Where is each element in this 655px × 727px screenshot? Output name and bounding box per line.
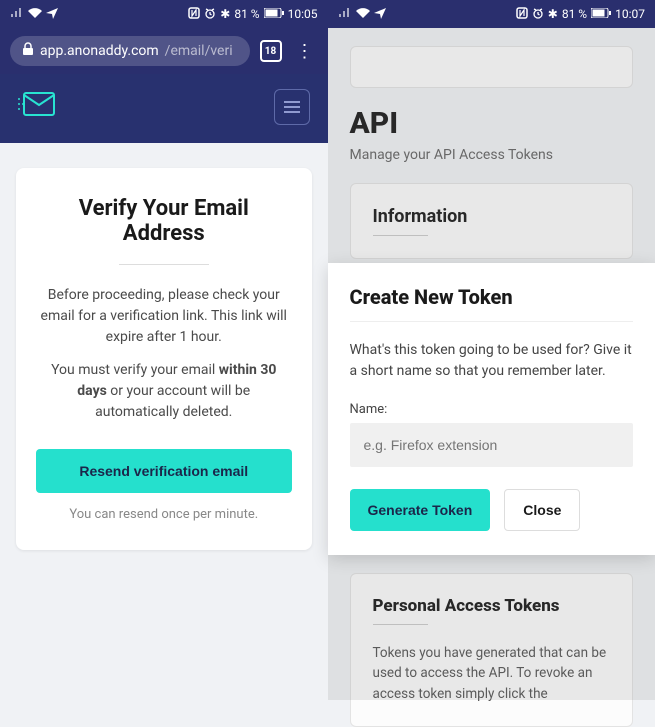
screen-left: ✱ 81 % 10:05 app.anonaddy.com/email/veri…	[0, 0, 328, 700]
battery-percent: 81 %	[562, 7, 587, 21]
wifi-icon	[28, 7, 42, 21]
app-header	[0, 74, 328, 143]
plane-icon	[374, 7, 386, 22]
signal-icon	[10, 7, 24, 21]
clock-time: 10:05	[288, 7, 318, 21]
modal-title: Create New Token	[350, 285, 634, 309]
wifi-icon	[356, 7, 370, 21]
clock-time: 10:07	[615, 7, 645, 21]
plane-icon	[46, 7, 58, 22]
screen-right: ✱ 81 % 10:07 API Manage your API Access …	[328, 0, 655, 700]
battery-percent: 81 %	[234, 7, 259, 21]
modal-buttons: Generate Token Close	[350, 489, 634, 531]
browser-bar: app.anonaddy.com/email/veri 18 ⋮	[0, 28, 328, 74]
create-token-modal: Create New Token What's this token going…	[328, 263, 655, 555]
para2-pre: You must verify your email	[51, 362, 219, 378]
alarm-icon	[204, 7, 216, 22]
content-area: Verify Your Email Address Before proceed…	[0, 143, 328, 700]
hamburger-menu[interactable]	[274, 89, 310, 125]
generate-token-button[interactable]: Generate Token	[350, 489, 491, 531]
nfc-icon	[516, 7, 528, 22]
signal-icon	[338, 7, 352, 21]
name-label: Name:	[350, 402, 634, 417]
nfc-icon	[188, 7, 200, 22]
resend-button[interactable]: Resend verification email	[36, 449, 292, 493]
status-right: ✱ 81 % 10:07	[516, 7, 645, 22]
battery-icon	[264, 7, 284, 21]
modal-description: What's this token going to be used for? …	[350, 340, 634, 382]
url-host: app.anonaddy.com	[40, 43, 159, 59]
bluetooth-icon: ✱	[548, 7, 558, 21]
tab-count[interactable]: 18	[260, 40, 282, 62]
url-path: /email/veri	[165, 43, 233, 59]
verify-card: Verify Your Email Address Before proceed…	[16, 168, 312, 550]
url-bar[interactable]: app.anonaddy.com/email/veri	[10, 36, 250, 66]
logo-icon[interactable]	[18, 91, 56, 123]
browser-menu-icon[interactable]: ⋮	[292, 41, 318, 62]
close-button[interactable]: Close	[504, 489, 580, 531]
lock-icon	[22, 42, 34, 60]
divider	[119, 264, 209, 265]
card-title: Verify Your Email Address	[36, 196, 292, 246]
status-bar: ✱ 81 % 10:07	[328, 0, 655, 28]
api-page: API Manage your API Access Tokens Inform…	[328, 28, 655, 700]
para2-post: or your account will be automatically de…	[95, 383, 250, 420]
bluetooth-icon: ✱	[220, 7, 230, 21]
card-para-1: Before proceeding, please check your ema…	[36, 285, 292, 348]
token-name-input[interactable]	[350, 423, 634, 467]
status-left	[10, 7, 58, 22]
divider	[350, 321, 634, 322]
status-bar: ✱ 81 % 10:05	[0, 0, 328, 28]
alarm-icon	[532, 7, 544, 22]
battery-icon	[591, 7, 611, 21]
status-right: ✱ 81 % 10:05	[188, 7, 317, 22]
footnote: You can resend once per minute.	[36, 507, 292, 522]
card-para-2: You must verify your email within 30 day…	[36, 360, 292, 423]
status-left	[338, 7, 386, 22]
